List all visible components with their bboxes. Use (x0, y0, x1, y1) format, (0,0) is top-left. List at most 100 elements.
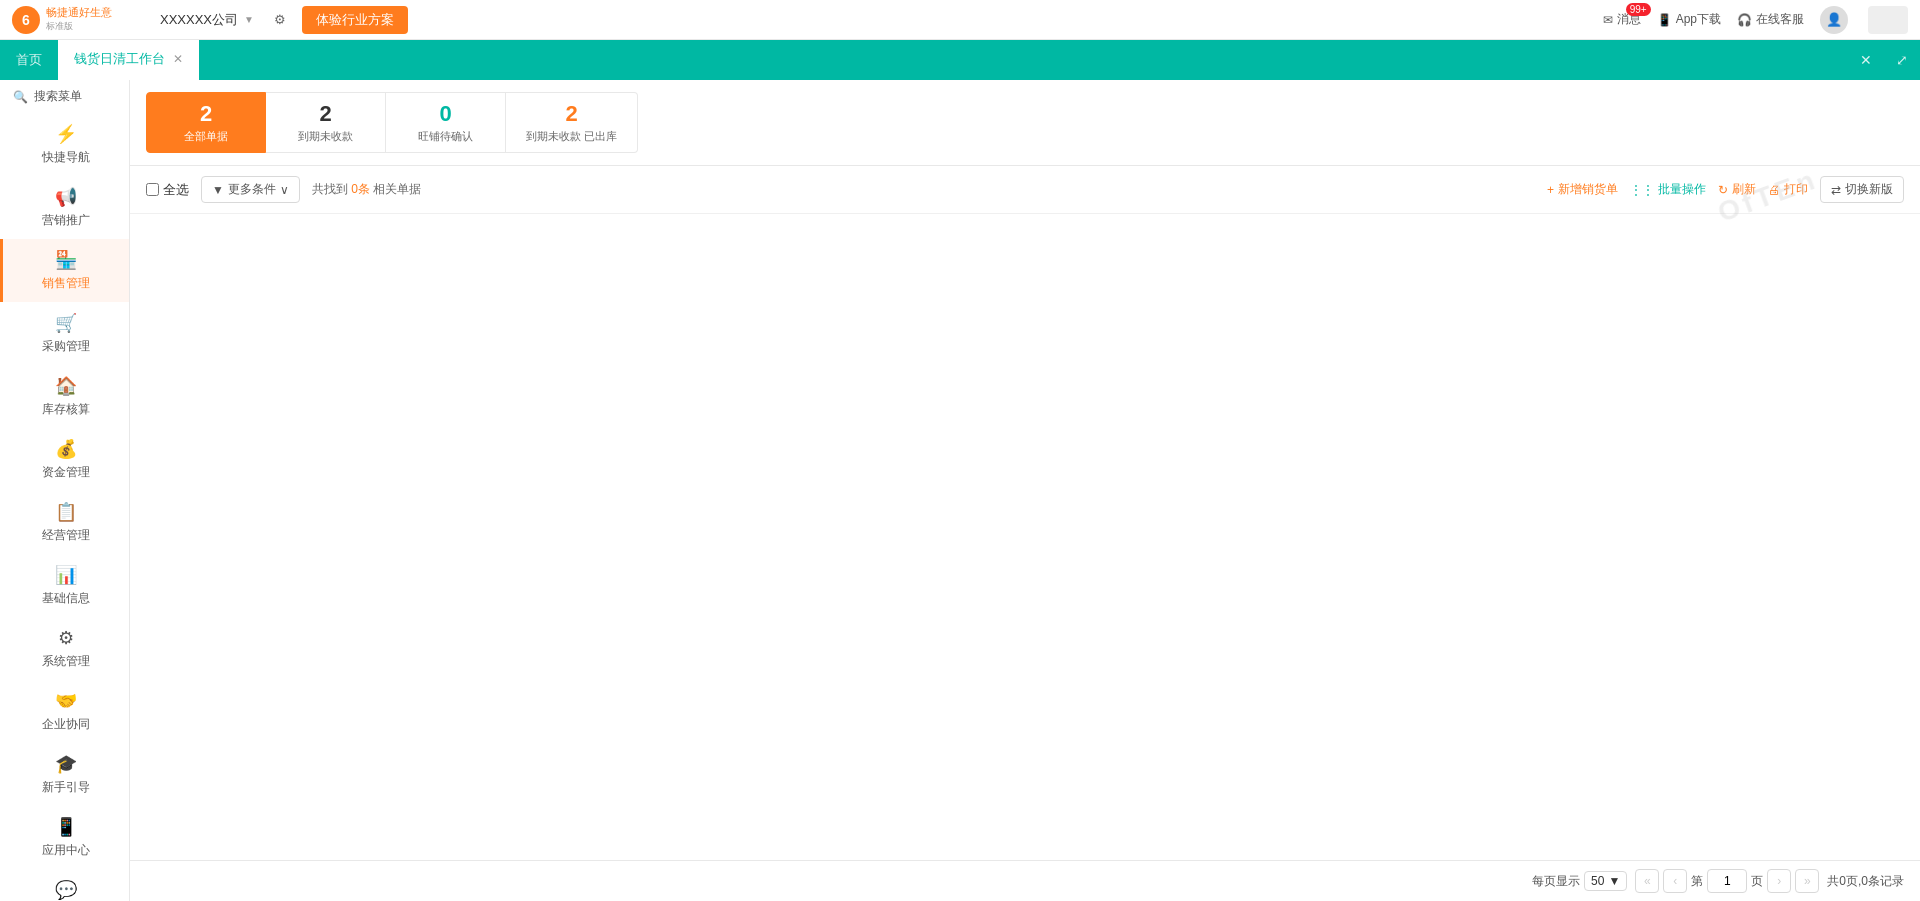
sidebar-item-guide[interactable]: 🎓 新手引导 (0, 743, 129, 806)
overdue-label: 到期未收款 (286, 129, 365, 144)
header-right: ✉ 消息 99+ 📱 App下载 🎧 在线客服 👤 (1603, 6, 1908, 34)
page-nav: « ‹ 第 页 › » (1635, 869, 1819, 893)
tab-work-bench[interactable]: 钱货日清工作台 ✕ (58, 40, 199, 80)
tab-close-all-button[interactable]: ✕ (1848, 40, 1884, 80)
select-all-checkbox[interactable]: 全选 (146, 181, 189, 199)
marketing-icon: 📢 (55, 186, 77, 208)
per-page-select: 每页显示 50 ▼ (1532, 871, 1627, 891)
tab-close-icon[interactable]: ✕ (173, 52, 183, 66)
operations-icon: 📋 (55, 501, 77, 523)
tab-work-bench-label: 钱货日清工作台 (74, 50, 165, 68)
first-page-icon: « (1644, 874, 1651, 888)
online-service-button[interactable]: 🎧 在线客服 (1737, 11, 1804, 28)
tab-expand-button[interactable]: ⤢ (1884, 40, 1920, 80)
logo-sub: 标准版 (46, 20, 112, 33)
batch-label: 批量操作 (1658, 181, 1706, 198)
logo-icon: 6 (12, 6, 40, 34)
summary-tab-overdue-shipped[interactable]: 2 到期未收款 已出库 (506, 92, 638, 153)
refresh-icon: ↻ (1718, 183, 1728, 197)
quick-nav-icon: ⚡ (55, 123, 77, 145)
online-service-label: 在线客服 (1756, 11, 1804, 28)
select-all-input[interactable] (146, 183, 159, 196)
settings-button[interactable]: ⚙ (266, 6, 294, 34)
main-content: 2 全部单据 2 到期未收款 0 旺铺待确认 2 到期未收款 已出库 (130, 80, 1920, 901)
sidebar-item-enterprise[interactable]: 🤝 企业协同 (0, 680, 129, 743)
sidebar-item-operations-label: 经营管理 (42, 527, 90, 544)
sidebar: 🔍 搜索菜单 ⚡ 快捷导航 📢 营销推广 🏪 销售管理 🛒 采购管理 🏠 库存核… (0, 80, 130, 901)
message-button[interactable]: ✉ 消息 99+ (1603, 11, 1641, 28)
sidebar-item-inventory-label: 库存核算 (42, 401, 90, 418)
next-page-icon: › (1777, 874, 1781, 888)
wechat-icon: 💬 (55, 879, 77, 901)
user-icon: 👤 (1826, 12, 1842, 27)
switch-version-button[interactable]: ⇄ 切换新版 (1820, 176, 1904, 203)
headset-icon: 🎧 (1737, 13, 1752, 27)
summary-tabs: 2 全部单据 2 到期未收款 0 旺铺待确认 2 到期未收款 已出库 (130, 80, 1920, 166)
purchase-icon: 🛒 (55, 312, 77, 334)
tab-nav: 首页 钱货日清工作台 ✕ ✕ ⤢ (0, 40, 1920, 80)
tab-home[interactable]: 首页 (0, 40, 58, 80)
found-count: 0条 (351, 182, 370, 196)
total-info: 共0页,0条记录 (1827, 873, 1904, 890)
sidebar-item-quick-nav[interactable]: ⚡ 快捷导航 (0, 113, 129, 176)
sidebar-item-purchase[interactable]: 🛒 采购管理 (0, 302, 129, 365)
sidebar-item-sales[interactable]: 🏪 销售管理 (0, 239, 129, 302)
summary-tab-all[interactable]: 2 全部单据 (146, 92, 266, 153)
per-page-label: 每页显示 (1532, 873, 1580, 890)
add-label: 新增销货单 (1558, 181, 1618, 198)
sidebar-item-marketing[interactable]: 📢 营销推广 (0, 176, 129, 239)
wangpu-label: 旺铺待确认 (406, 129, 485, 144)
sidebar-item-basic-info-label: 基础信息 (42, 590, 90, 607)
sidebar-item-system[interactable]: ⚙ 系统管理 (0, 617, 129, 680)
sidebar-item-wechat[interactable]: 💬 企业微信 (0, 869, 129, 901)
prev-page-button[interactable]: ‹ (1663, 869, 1687, 893)
switch-label: 切换新版 (1845, 181, 1893, 198)
avatar[interactable]: 👤 (1820, 6, 1848, 34)
company-name: XXXXXX公司 (160, 11, 238, 29)
print-icon: 🖨 (1768, 183, 1780, 197)
enterprise-icon: 🤝 (55, 690, 77, 712)
sidebar-item-inventory[interactable]: 🏠 库存核算 (0, 365, 129, 428)
last-page-button[interactable]: » (1795, 869, 1819, 893)
logo-text: 畅捷通好生意 (46, 6, 112, 19)
refresh-button[interactable]: ↻ 刷新 (1718, 181, 1756, 198)
overdue-shipped-label: 到期未收款 已出库 (526, 129, 617, 144)
finance-icon: 💰 (55, 438, 77, 460)
sidebar-item-basic-info[interactable]: 📊 基础信息 (0, 554, 129, 617)
sidebar-item-quick-nav-label: 快捷导航 (42, 149, 90, 166)
search-icon: 🔍 (13, 90, 28, 104)
wangpu-count: 0 (406, 101, 485, 127)
add-sale-order-button[interactable]: + 新增销货单 (1547, 181, 1618, 198)
message-icon: ✉ (1603, 13, 1613, 27)
sidebar-item-finance[interactable]: 💰 资金管理 (0, 428, 129, 491)
sidebar-item-app-center[interactable]: 📱 应用中心 (0, 806, 129, 869)
try-industry-button[interactable]: 体验行业方案 (302, 6, 408, 34)
overdue-shipped-count: 2 (526, 101, 617, 127)
sidebar-item-enterprise-label: 企业协同 (42, 716, 90, 733)
filter-button[interactable]: ▼ 更多条件 ∨ (201, 176, 300, 203)
page-number-input[interactable] (1707, 869, 1747, 893)
summary-tab-wangpu[interactable]: 0 旺铺待确认 (386, 92, 506, 153)
summary-tab-overdue[interactable]: 2 到期未收款 (266, 92, 386, 153)
app-download-button[interactable]: 📱 App下载 (1657, 11, 1721, 28)
layout: 🔍 搜索菜单 ⚡ 快捷导航 📢 营销推广 🏪 销售管理 🛒 采购管理 🏠 库存核… (0, 80, 1920, 901)
tab-nav-actions: ✕ ⤢ (1848, 40, 1920, 80)
batch-operation-button[interactable]: ⋮⋮ 批量操作 (1630, 181, 1706, 198)
next-page-button[interactable]: › (1767, 869, 1791, 893)
company-selector[interactable]: XXXXXX公司 ▼ (152, 7, 262, 33)
sidebar-search[interactable]: 🔍 搜索菜单 (0, 80, 129, 113)
print-label: 打印 (1784, 181, 1808, 198)
per-page-value: 50 (1591, 874, 1604, 888)
user-name-area[interactable] (1868, 6, 1908, 34)
logo-area: 6 畅捷通好生意 标准版 (12, 6, 142, 34)
sidebar-item-operations[interactable]: 📋 经营管理 (0, 491, 129, 554)
print-button[interactable]: 🖨 打印 (1768, 181, 1808, 198)
per-page-dropdown[interactable]: 50 ▼ (1584, 871, 1627, 891)
first-page-button[interactable]: « (1635, 869, 1659, 893)
sales-icon: 🏪 (55, 249, 77, 271)
sidebar-item-system-label: 系统管理 (42, 653, 90, 670)
tab-home-label: 首页 (16, 51, 42, 69)
filter-label: 更多条件 (228, 181, 276, 198)
dropdown-arrow-icon: ▼ (1608, 874, 1620, 888)
all-count: 2 (167, 101, 245, 127)
